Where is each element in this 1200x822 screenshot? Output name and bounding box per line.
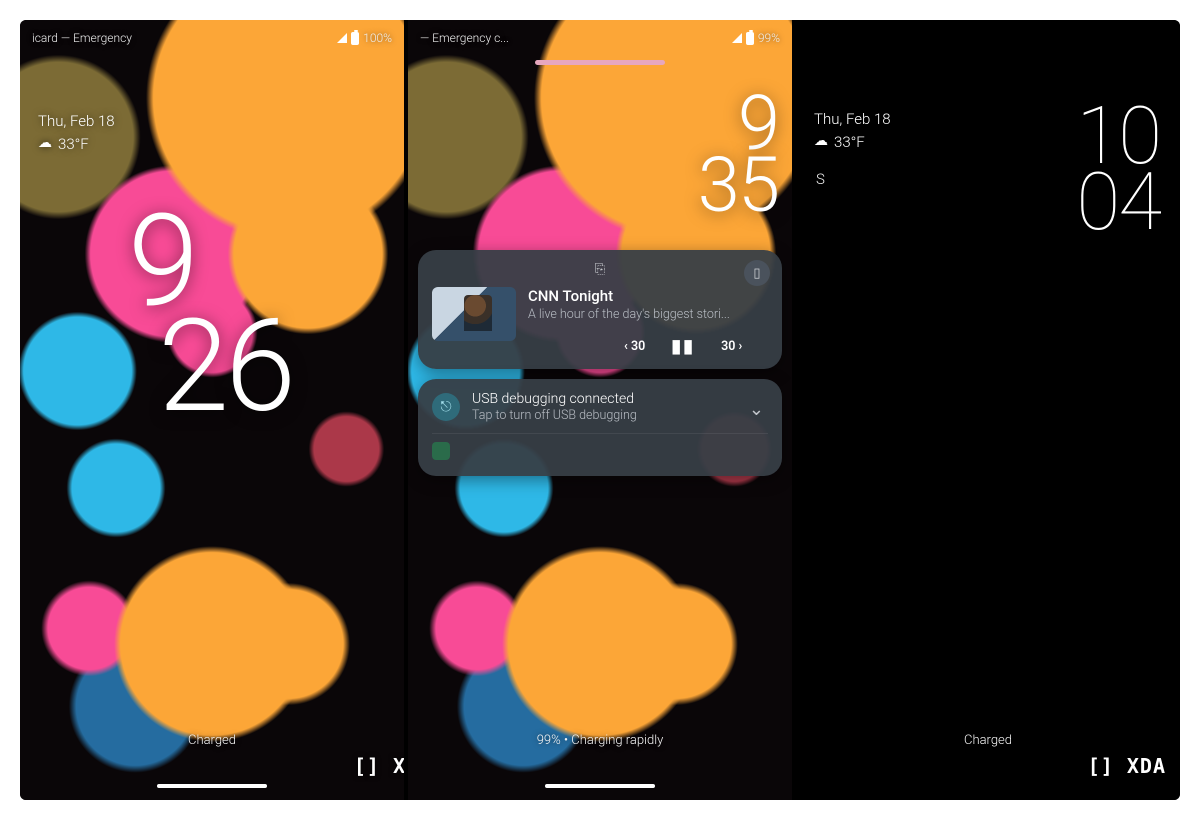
output-device-icon[interactable]: ▯ <box>744 260 770 286</box>
usb-icon: ⎋ <box>432 393 460 421</box>
usb-notification[interactable]: ⎋ USB debugging connected Tap to turn of… <box>418 379 782 476</box>
status-icons: 100% <box>337 31 392 45</box>
clock-minute: 26 <box>158 315 292 420</box>
date-weather: Thu, Feb 18 ☁ 33°F <box>814 108 891 153</box>
temperature-label: 33°F <box>58 133 89 156</box>
battery-percent: 99% <box>758 31 780 45</box>
lockscreen-2: — Emergency c... 99% 9 35 ⎘ ▯ CNN <box>408 20 792 800</box>
notification-handle[interactable] <box>535 60 665 65</box>
battery-icon <box>746 32 754 45</box>
usb-notif-subtitle: Tap to turn off USB debugging <box>472 408 637 423</box>
media-title: CNN Tonight <box>528 287 742 305</box>
clock: 9 35 <box>698 92 778 217</box>
notification-stack: ⎘ ▯ CNN Tonight A live hour of the day's… <box>418 250 782 476</box>
charging-status: Charged <box>796 733 1180 748</box>
cloud-icon: ☁ <box>38 133 52 154</box>
battery-percent: 100% <box>363 31 392 45</box>
rewind-button[interactable]: ‹ 30 <box>624 339 645 354</box>
clock: 10 04 <box>1076 104 1160 235</box>
temperature-label: 33°F <box>834 131 865 154</box>
xda-watermark: [] X <box>354 754 404 778</box>
cloud-icon: ☁ <box>814 131 828 152</box>
status-bar: — Emergency c... 99% <box>408 26 792 50</box>
carrier-label: icard — Emergency <box>32 31 132 45</box>
status-icons: 99% <box>732 31 780 45</box>
cast-icon[interactable]: ⎘ <box>595 262 605 277</box>
aod-screen: Thu, Feb 18 ☁ 33°F S 10 04 Charged [] XD… <box>796 20 1180 800</box>
expand-icon[interactable]: ⌄ <box>749 399 764 420</box>
charging-status: 99% • Charging rapidly <box>408 733 792 748</box>
charging-status: Charged <box>20 733 404 748</box>
collapsed-notification[interactable] <box>432 433 768 464</box>
forward-button[interactable]: 30 › <box>721 339 742 354</box>
screenshot-row: icard — Emergency 100% Thu, Feb 18 ☁ 33°… <box>20 20 1180 800</box>
media-thumbnail <box>432 287 516 341</box>
clock-minute: 35 <box>698 154 778 216</box>
date-label: Thu, Feb 18 <box>814 108 891 131</box>
xda-watermark: [] XDA <box>1088 754 1166 778</box>
clock-minute: 04 <box>1076 170 1160 236</box>
date-weather[interactable]: Thu, Feb 18 ☁ 33°F <box>38 110 115 155</box>
media-notification[interactable]: ⎘ ▯ CNN Tonight A live hour of the day's… <box>418 250 782 369</box>
signal-icon <box>732 33 742 43</box>
media-subtitle: A live hour of the day's biggest stori..… <box>528 307 742 322</box>
messages-icon <box>432 442 450 460</box>
signal-icon <box>337 33 347 43</box>
battery-icon <box>351 32 359 45</box>
nav-pill[interactable] <box>545 784 655 788</box>
clock: 9 26 <box>128 210 292 420</box>
date-label: Thu, Feb 18 <box>38 110 115 133</box>
aod-indicator: S <box>816 170 825 188</box>
status-bar: icard — Emergency 100% <box>20 26 404 50</box>
lockscreen-1: icard — Emergency 100% Thu, Feb 18 ☁ 33°… <box>20 20 404 800</box>
nav-pill[interactable] <box>157 784 267 788</box>
usb-notif-title: USB debugging connected <box>472 391 637 407</box>
carrier-label: — Emergency c... <box>420 31 509 45</box>
media-controls: ‹ 30 ▮▮ 30 › <box>624 336 742 357</box>
pause-button[interactable]: ▮▮ <box>671 336 695 357</box>
